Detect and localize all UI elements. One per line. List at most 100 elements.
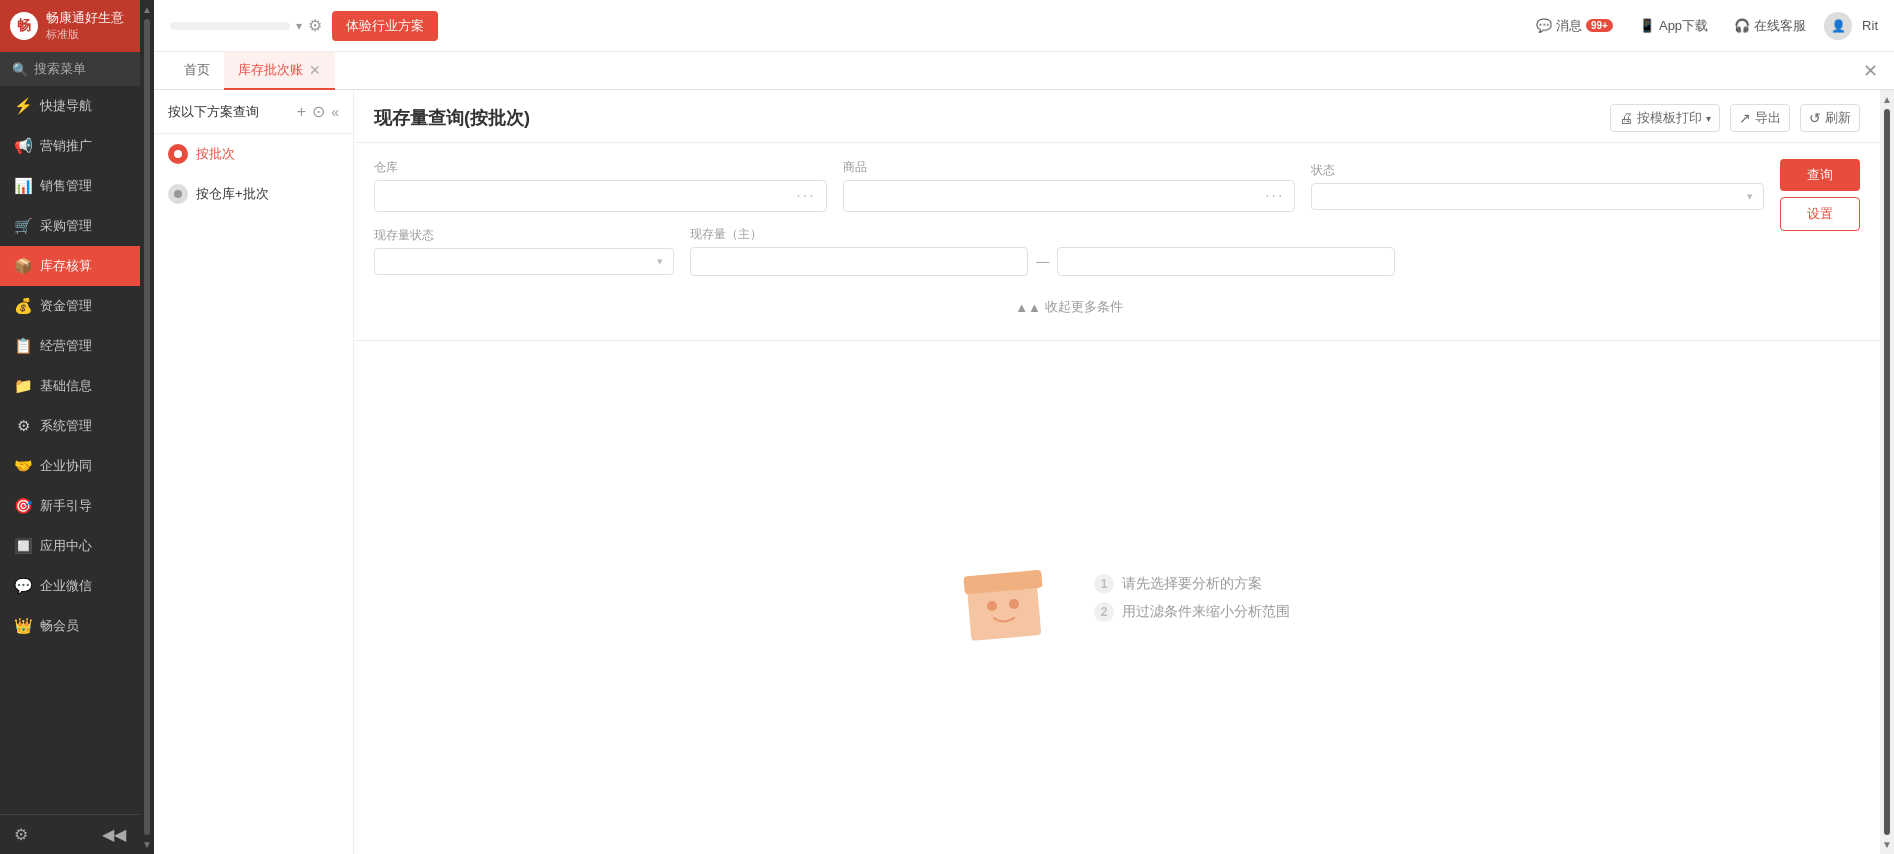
experience-btn[interactable]: 体验行业方案 — [332, 11, 438, 41]
sidebar-item-label: 资金管理 — [40, 297, 92, 315]
right-scroll-thumb[interactable] — [1884, 109, 1890, 835]
scroll-thumb[interactable] — [144, 19, 150, 835]
print-template-btn[interactable]: 🖨 按模板打印 ▾ — [1610, 104, 1720, 132]
filter-row-2: 现存量状态 ▾ 现存量（主） — [374, 226, 1764, 276]
filter-product: 商品 ··· — [843, 159, 1296, 212]
tab-close-icon[interactable]: ✕ — [309, 62, 321, 78]
scheme-settings-btn[interactable]: ⊙ — [312, 102, 325, 121]
sidebar-item-system[interactable]: ⚙ 系统管理 — [0, 406, 140, 446]
sidebar-item-sales[interactable]: 📊 销售管理 — [0, 166, 140, 206]
scroll-down-arrow[interactable]: ▼ — [142, 839, 152, 850]
topbar-search-box[interactable] — [170, 22, 290, 30]
empty-illustration — [944, 538, 1064, 658]
filter-actions: 查询 设置 — [1780, 159, 1860, 231]
svg-point-5 — [1009, 599, 1019, 609]
right-scrollbar[interactable]: ▲ ▼ — [1880, 90, 1894, 854]
tab-home[interactable]: 首页 — [170, 52, 224, 90]
sidebar-item-purchase[interactable]: 🛒 采购管理 — [0, 206, 140, 246]
basic-icon: 📁 — [14, 377, 32, 395]
sidebar-item-corpwx[interactable]: 💬 企业微信 — [0, 566, 140, 606]
page-title: 现存量查询(按批次) — [374, 106, 530, 130]
topbar-online-service[interactable]: 🎧 在线客服 — [1726, 13, 1814, 39]
topbar-gear-icon[interactable]: ⚙ — [308, 16, 322, 35]
sidebar-item-basic[interactable]: 📁 基础信息 — [0, 366, 140, 406]
sidebar-item-label: 畅会员 — [40, 617, 79, 635]
inventory-status-chevron-icon: ▾ — [657, 255, 663, 268]
export-btn[interactable]: ↗ 导出 — [1730, 104, 1790, 132]
sidebar-item-label: 经营管理 — [40, 337, 92, 355]
status-select[interactable]: ▾ — [1311, 183, 1764, 210]
topbar-chevron-icon[interactable]: ▾ — [296, 19, 302, 33]
sidebar-item-label: 基础信息 — [40, 377, 92, 395]
topbar-app-download[interactable]: 📱 App下载 — [1631, 13, 1716, 39]
empty-hint-2: 2 用过滤条件来缩小分析范围 — [1094, 602, 1290, 622]
product-label: 商品 — [843, 159, 1296, 176]
sidebar-item-quick-nav[interactable]: ⚡ 快捷导航 — [0, 86, 140, 126]
settings-icon[interactable]: ⚙ — [14, 825, 28, 844]
collapse-filters-link[interactable]: ▲▲ 收起更多条件 — [374, 290, 1764, 324]
sidebar-item-label: 营销推广 — [40, 137, 92, 155]
finance-icon: 💰 — [14, 297, 32, 315]
filter-status: 状态 ▾ — [1311, 162, 1764, 210]
sidebar-item-finance[interactable]: 💰 资金管理 — [0, 286, 140, 326]
sidebar-item-appstore[interactable]: 🔲 应用中心 — [0, 526, 140, 566]
message-icon: 💬 — [1536, 18, 1552, 33]
print-chevron-icon: ▾ — [1706, 113, 1711, 124]
product-dots: ··· — [1265, 187, 1284, 205]
inventory-qty-max-input[interactable] — [1057, 247, 1395, 276]
scheme-item-warehouse-batch[interactable]: 按仓库+批次 — [154, 174, 353, 214]
filter-row-1: 仓库 ··· 商品 ··· — [374, 159, 1764, 212]
empty-text-area: 1 请先选择要分析的方案 2 用过滤条件来缩小分析范围 — [1094, 574, 1290, 622]
user-avatar[interactable]: 👤 — [1824, 12, 1852, 40]
hint-1-text: 请先选择要分析的方案 — [1122, 575, 1262, 593]
sidebar-scrollbar[interactable]: ▲ ▼ — [140, 0, 154, 854]
warehouse-dots: ··· — [796, 187, 815, 205]
add-scheme-btn[interactable]: + — [297, 103, 306, 121]
sidebar-item-label: 新手引导 — [40, 497, 92, 515]
sidebar-item-inventory[interactable]: 📦 库存核算 — [0, 246, 140, 286]
marketing-icon: 📢 — [14, 137, 32, 155]
scheme-item-batch[interactable]: 按批次 — [154, 134, 353, 174]
left-panel-actions: + ⊙ « — [297, 102, 339, 121]
product-input[interactable]: ··· — [843, 180, 1296, 212]
collapse-sidebar-icon[interactable]: ◀◀ — [102, 825, 126, 844]
sidebar-item-enterprise[interactable]: 🤝 企业协同 — [0, 446, 140, 486]
settings-btn[interactable]: 设置 — [1780, 197, 1860, 231]
topbar-message[interactable]: 💬 消息 99+ — [1528, 13, 1621, 39]
sidebar-item-marketing[interactable]: 📢 营销推广 — [0, 126, 140, 166]
refresh-btn[interactable]: ↺ 刷新 — [1800, 104, 1860, 132]
topbar-username: Rit — [1862, 18, 1878, 33]
tab-bar-close-btn[interactable]: ✕ — [1863, 60, 1878, 82]
sidebar-item-newbie[interactable]: 🎯 新手引导 — [0, 486, 140, 526]
filter-warehouse: 仓库 ··· — [374, 159, 827, 212]
tab-inventory-batch[interactable]: 库存批次账 ✕ — [224, 52, 335, 90]
filter-area: 仓库 ··· 商品 ··· — [354, 143, 1880, 341]
sidebar-item-member[interactable]: 👑 畅会员 — [0, 606, 140, 646]
empty-state: 1 请先选择要分析的方案 2 用过滤条件来缩小分析范围 — [354, 341, 1880, 854]
sidebar-footer: ⚙ ◀◀ — [0, 814, 140, 854]
sidebar-nav: ⚡ 快捷导航 📢 营销推广 📊 销售管理 🛒 采购管理 📦 库存核算 💰 资金管… — [0, 86, 140, 814]
right-scroll-down[interactable]: ▼ — [1882, 839, 1892, 850]
scheme-active-icon — [168, 144, 188, 164]
collapse-panel-btn[interactable]: « — [331, 104, 339, 120]
warehouse-input[interactable]: ··· — [374, 180, 827, 212]
filter-inventory-status: 现存量状态 ▾ — [374, 227, 674, 275]
scroll-up-arrow[interactable]: ▲ — [142, 4, 152, 15]
inventory-qty-range: — — [690, 247, 1395, 276]
svg-point-1 — [174, 190, 182, 198]
app-title: 畅康通好生意 — [46, 10, 124, 27]
inventory-status-select[interactable]: ▾ — [374, 248, 674, 275]
hint-1-num: 1 — [1094, 574, 1114, 594]
status-label: 状态 — [1311, 162, 1764, 179]
member-icon: 👑 — [14, 617, 32, 635]
sidebar-item-label: 库存核算 — [40, 257, 92, 275]
sidebar-item-operations[interactable]: 📋 经营管理 — [0, 326, 140, 366]
right-scroll-up[interactable]: ▲ — [1882, 94, 1892, 105]
query-btn[interactable]: 查询 — [1780, 159, 1860, 191]
empty-hint-1: 1 请先选择要分析的方案 — [1094, 574, 1290, 594]
search-menu[interactable]: 🔍 搜索菜单 — [0, 52, 140, 86]
inventory-qty-min-input[interactable] — [690, 247, 1028, 276]
svg-point-0 — [174, 150, 182, 158]
scheme-item-label: 按仓库+批次 — [196, 185, 269, 203]
inventory-status-label: 现存量状态 — [374, 227, 674, 244]
